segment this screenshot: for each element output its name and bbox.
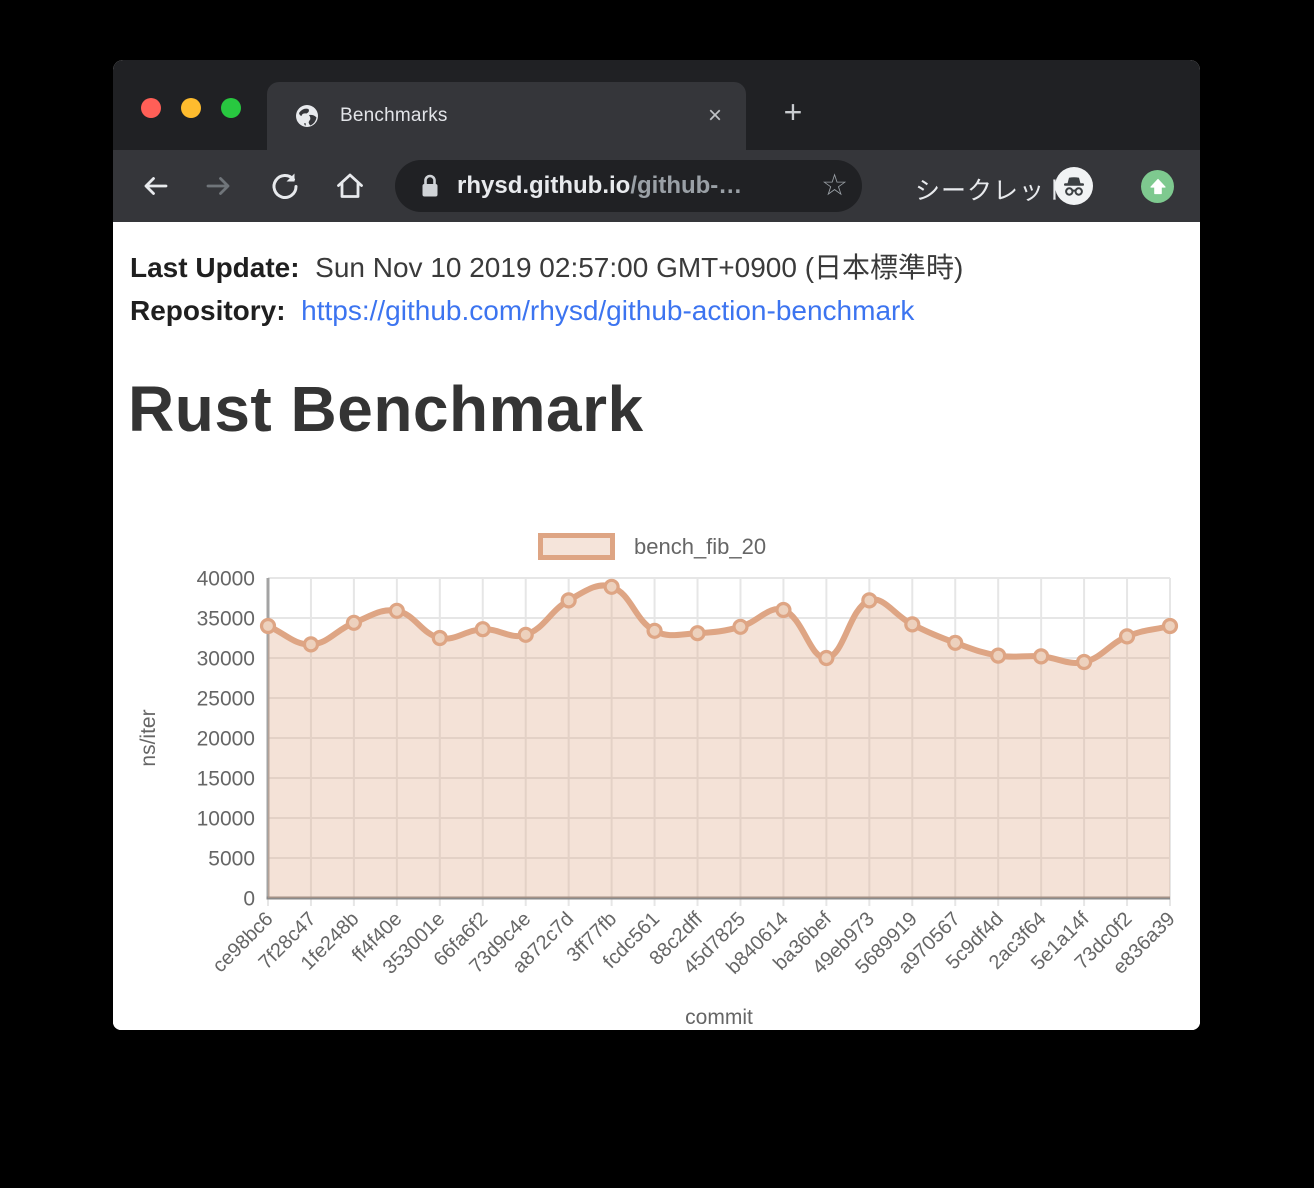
y-tick-label: 30000 xyxy=(197,648,255,671)
data-point xyxy=(904,616,921,633)
minimize-window-button[interactable] xyxy=(181,98,201,118)
y-tick-label: 5000 xyxy=(208,848,255,871)
data-point xyxy=(259,617,277,635)
data-point xyxy=(1118,628,1136,645)
page-title: Rust Benchmark xyxy=(128,373,644,445)
data-point xyxy=(732,618,749,635)
x-axis-labels: ce98bc67f28c471fe248bff4f40e353001e66fa6… xyxy=(209,908,1180,979)
close-window-button[interactable] xyxy=(141,98,161,118)
data-point xyxy=(302,636,320,653)
page-content: Last Update: Sun Nov 10 2019 02:57:00 GM… xyxy=(113,222,1200,1030)
globe-favicon-icon xyxy=(296,105,318,127)
data-point xyxy=(861,592,878,609)
y-axis-title: ns/iter xyxy=(137,709,160,766)
y-tick-label: 25000 xyxy=(197,688,255,711)
data-point xyxy=(1161,617,1179,635)
repository-row: Repository: https://github.com/rhysd/git… xyxy=(130,289,963,332)
repository-label: Repository: xyxy=(130,295,286,326)
data-point xyxy=(689,625,706,642)
data-point xyxy=(345,614,363,631)
page-meta: Last Update: Sun Nov 10 2019 02:57:00 GM… xyxy=(130,246,963,332)
x-axis-title: commit xyxy=(685,1006,753,1029)
forward-button[interactable] xyxy=(194,161,244,211)
data-point xyxy=(1033,648,1050,665)
data-point xyxy=(775,601,792,619)
tab-close-icon[interactable]: × xyxy=(708,104,722,128)
back-arrow-icon xyxy=(144,177,168,195)
extension-button[interactable] xyxy=(1141,170,1174,203)
url-bar[interactable]: rhysd.github.io/github-… ☆ xyxy=(395,160,862,212)
zoom-window-button[interactable] xyxy=(221,98,241,118)
data-point xyxy=(818,649,835,667)
back-button[interactable] xyxy=(130,161,180,211)
browser-window: Benchmarks × + rhysd.github.io/github-… … xyxy=(113,60,1200,1030)
data-point xyxy=(947,634,964,651)
y-tick-label: 15000 xyxy=(197,768,255,791)
tab-strip: Benchmarks × + xyxy=(113,60,1200,150)
home-button[interactable] xyxy=(325,161,375,211)
reload-button[interactable] xyxy=(260,161,310,211)
data-point xyxy=(603,578,620,595)
last-update-row: Last Update: Sun Nov 10 2019 02:57:00 GM… xyxy=(130,246,963,289)
data-point xyxy=(560,592,577,609)
benchmark-line-chart: 0 5000 10000 15000 20000 25000 30000 35000 40000… xyxy=(137,568,1180,1030)
last-update-value: Sun Nov 10 2019 02:57:00 GMT+0900 (日本標準時… xyxy=(315,252,964,283)
data-point xyxy=(990,647,1007,664)
url-text: rhysd.github.io/github-… xyxy=(457,172,742,200)
data-point xyxy=(474,621,491,638)
data-point xyxy=(1075,653,1093,671)
upload-arrow-icon xyxy=(1149,178,1166,194)
y-tick-label: 20000 xyxy=(197,728,255,751)
repository-link[interactable]: https://github.com/rhysd/github-action-b… xyxy=(301,295,914,326)
lock-icon xyxy=(422,174,438,197)
reload-icon xyxy=(272,173,298,199)
tab-title: Benchmarks xyxy=(340,105,448,126)
incognito-badge xyxy=(1055,167,1093,205)
browser-toolbar: rhysd.github.io/github-… ☆ シークレット xyxy=(113,150,1200,223)
tab-benchmarks[interactable]: Benchmarks × xyxy=(267,82,746,150)
incognito-icon xyxy=(1064,177,1084,196)
data-point xyxy=(646,622,663,639)
y-axis-labels: 0 5000 10000 15000 20000 25000 30000 35000 40000 xyxy=(197,568,255,911)
traffic-lights xyxy=(141,98,241,118)
y-tick-label: 35000 xyxy=(197,608,255,631)
data-point xyxy=(431,629,448,647)
y-tick-label: 10000 xyxy=(197,808,255,831)
forward-arrow-icon xyxy=(206,177,230,195)
y-tick-label: 0 xyxy=(243,888,255,911)
new-tab-button[interactable]: + xyxy=(775,95,811,131)
y-tick-label: 40000 xyxy=(197,568,255,591)
last-update-label: Last Update: xyxy=(130,252,300,283)
data-point xyxy=(388,602,405,619)
home-icon xyxy=(337,173,363,198)
incognito-mode-label: シークレット xyxy=(915,177,1072,205)
url-domain: rhysd.github.io xyxy=(457,172,631,199)
data-point xyxy=(517,626,534,643)
bookmark-star-icon[interactable]: ☆ xyxy=(821,171,848,201)
url-path: /github-… xyxy=(630,172,743,199)
